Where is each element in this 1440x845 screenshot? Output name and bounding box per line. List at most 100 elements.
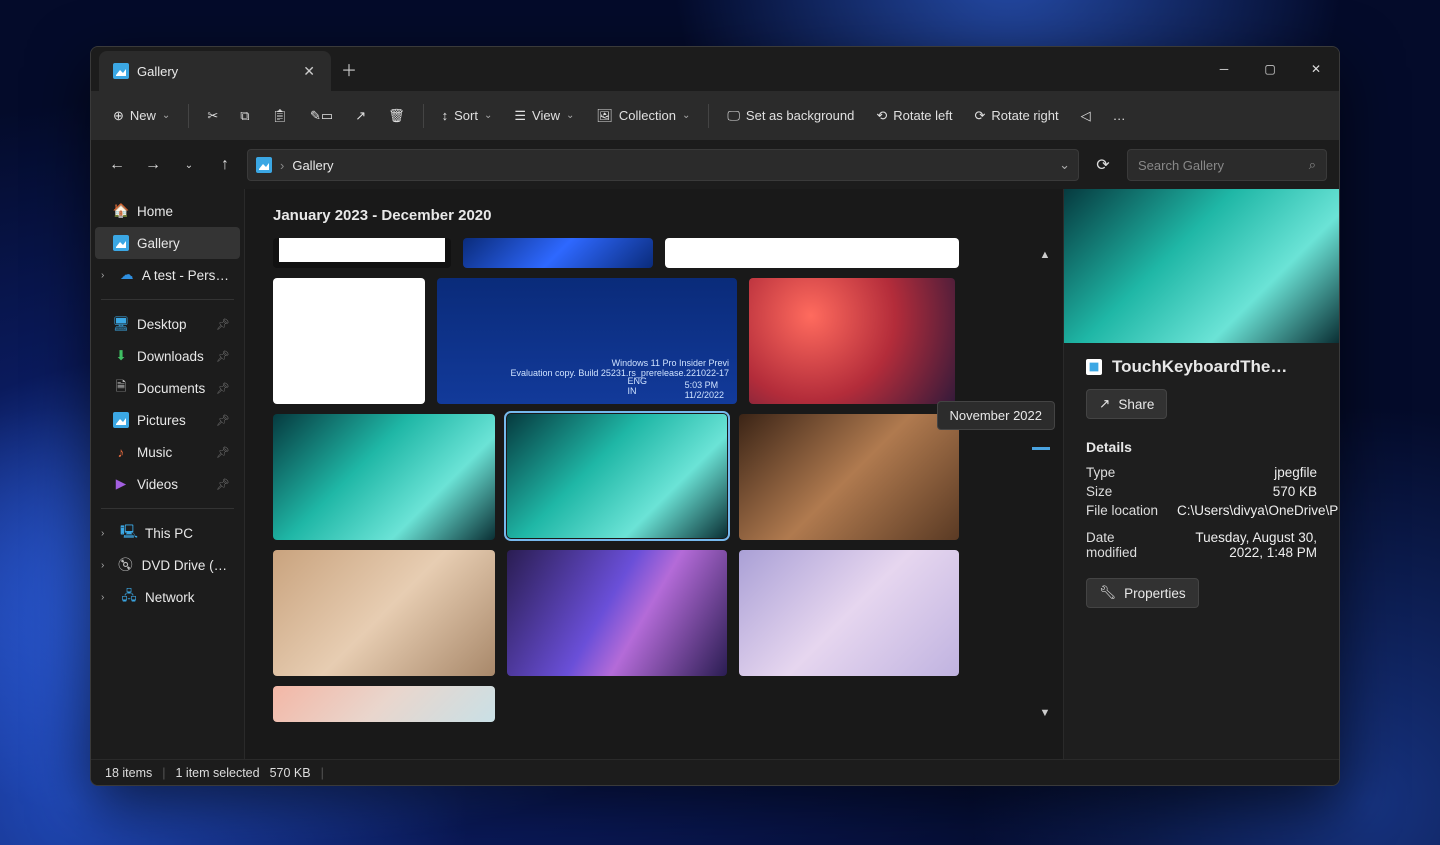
rename-button[interactable]: ✎▭: [300, 102, 343, 130]
thumbnail[interactable]: [739, 550, 959, 676]
chevron-right-icon[interactable]: ›: [101, 528, 113, 539]
scroll-down-icon[interactable]: ▼: [1040, 707, 1051, 719]
sidebar-item-desktop[interactable]: 🖥︎ Desktop 📌︎: [95, 308, 240, 340]
chevron-down-icon: ⌄: [682, 110, 690, 121]
chevron-right-icon[interactable]: ›: [101, 592, 113, 603]
chevron-right-icon[interactable]: ›: [101, 560, 110, 571]
thumbnail[interactable]: [273, 278, 425, 404]
rotate-left-button[interactable]: ⟲ Rotate left: [866, 102, 962, 130]
view-button[interactable]: ☰ View ⌄: [504, 102, 584, 130]
pin-icon: 📌︎: [216, 478, 230, 491]
new-tab-button[interactable]: ＋: [331, 47, 367, 91]
cut-button[interactable]: ✂: [197, 102, 228, 130]
set-background-button[interactable]: 🖵 Set as background: [717, 102, 864, 130]
thumbnail[interactable]: [463, 238, 653, 268]
thumbnail[interactable]: [273, 686, 495, 722]
music-icon: ♪: [113, 444, 129, 460]
search-box[interactable]: Search Gallery ⌕: [1127, 149, 1327, 181]
rotate-left-icon: ⟲: [876, 108, 887, 124]
thumbnail[interactable]: Windows 11 Pro Insider PreviEvaluation c…: [437, 278, 737, 404]
search-placeholder: Search Gallery: [1138, 158, 1224, 173]
sidebar-item-documents[interactable]: 🗎 Documents 📌︎: [95, 372, 240, 404]
scroll-up-icon[interactable]: ▲: [1040, 249, 1051, 261]
view-icon: ☰: [514, 108, 526, 124]
document-icon: 🗎: [113, 380, 129, 396]
refresh-button[interactable]: ⟳: [1087, 149, 1119, 181]
thumbnail[interactable]: [739, 414, 959, 540]
sidebar-item-gallery[interactable]: Gallery: [95, 227, 240, 259]
close-window-button[interactable]: ✕: [1293, 47, 1339, 91]
pin-icon: 📌︎: [216, 382, 230, 395]
body: 🏠 Home Gallery › ☁ A test - Personal 🖥︎ …: [91, 189, 1339, 759]
timeline-marker[interactable]: [1032, 447, 1050, 450]
picture-icon: [113, 235, 129, 251]
paste-button[interactable]: 📋︎: [262, 102, 299, 130]
maximize-button[interactable]: ▢: [1247, 47, 1293, 91]
download-icon: ⬇: [113, 348, 129, 364]
tab-gallery[interactable]: Gallery ✕: [99, 51, 331, 91]
send-button[interactable]: ◁: [1071, 102, 1101, 130]
chevron-down-icon: ⌄: [566, 110, 574, 121]
share-button[interactable]: ↗: [345, 102, 376, 130]
delete-button[interactable]: 🗑︎: [378, 102, 415, 130]
properties-button[interactable]: 🔧︎ Properties: [1086, 578, 1199, 608]
sort-icon: ↕: [442, 108, 449, 123]
thumbnail[interactable]: [273, 238, 451, 268]
status-selected: 1 item selected: [176, 766, 260, 780]
collection-button[interactable]: 🖼︎ Collection ⌄: [586, 102, 700, 130]
toolbar: ⊕ New ⌄ ✂ ⧉ 📋︎ ✎▭ ↗ 🗑︎ ↕ Sort ⌄ ☰ View ⌄…: [91, 91, 1339, 141]
sidebar-item-pictures[interactable]: Pictures 📌︎: [95, 404, 240, 436]
new-button[interactable]: ⊕ New ⌄: [103, 102, 180, 130]
status-count: 18 items: [105, 766, 152, 780]
breadcrumb-gallery[interactable]: Gallery: [292, 158, 333, 173]
chevron-right-icon[interactable]: ›: [101, 270, 112, 281]
thumbnail-selected[interactable]: [507, 414, 727, 538]
sidebar-item-downloads[interactable]: ⬇ Downloads 📌︎: [95, 340, 240, 372]
picture-icon: [113, 63, 129, 79]
thumbnail[interactable]: [665, 238, 959, 268]
rotate-right-icon: ⟳: [975, 108, 986, 124]
back-button[interactable]: ←: [103, 151, 131, 179]
desktop-icon: 🖥︎: [113, 316, 129, 332]
picture-icon: [113, 412, 129, 428]
thumbnails: Windows 11 Pro Insider PreviEvaluation c…: [273, 238, 1027, 722]
network-icon: 🖧: [121, 589, 137, 605]
sidebar-item-home[interactable]: 🏠 Home: [95, 195, 240, 227]
sort-button[interactable]: ↕ Sort ⌄: [432, 102, 503, 129]
forward-button[interactable]: →: [139, 151, 167, 179]
plus-circle-icon: ⊕: [113, 108, 124, 124]
pin-icon: 📌︎: [216, 414, 230, 427]
titlebar: Gallery ✕ ＋ ─ ▢ ✕: [91, 47, 1339, 91]
thumbnail[interactable]: [273, 550, 495, 676]
share-icon: ↗: [355, 108, 366, 124]
rename-icon: ✎▭: [310, 108, 333, 124]
recent-dropdown[interactable]: ⌄: [175, 151, 203, 179]
wrench-icon: 🔧︎: [1099, 585, 1116, 601]
sidebar-item-network[interactable]: › 🖧 Network: [95, 581, 240, 613]
address-bar[interactable]: › Gallery ⌄: [247, 149, 1079, 181]
send-icon: ◁: [1081, 108, 1091, 124]
copy-button[interactable]: ⧉: [230, 102, 259, 130]
minimize-button[interactable]: ─: [1201, 47, 1247, 91]
thumbnail[interactable]: [273, 414, 495, 540]
rotate-right-button[interactable]: ⟳ Rotate right: [965, 102, 1069, 130]
scissors-icon: ✂: [207, 108, 218, 124]
thumbnail[interactable]: [749, 278, 955, 404]
timeline-scrollbar[interactable]: ▲ ▼: [1037, 249, 1053, 719]
cloud-icon: ☁: [120, 267, 134, 283]
share-button[interactable]: ↗ Share: [1086, 389, 1167, 419]
pin-icon: 📌︎: [216, 446, 230, 459]
sidebar-item-videos[interactable]: ▶ Videos 📌︎: [95, 468, 240, 500]
sidebar-item-thispc[interactable]: › 🖳 This PC: [95, 517, 240, 549]
up-button[interactable]: ↑: [211, 151, 239, 179]
tab-close-button[interactable]: ✕: [299, 59, 319, 84]
collection-icon: 🖼︎: [596, 108, 613, 124]
more-button[interactable]: …: [1103, 102, 1136, 129]
sidebar-item-dvd[interactable]: › 💿︎ DVD Drive (D:) CCC: [95, 549, 240, 581]
thumbnail[interactable]: [507, 550, 727, 676]
sidebar-item-music[interactable]: ♪ Music 📌︎: [95, 436, 240, 468]
sidebar-item-atest[interactable]: › ☁ A test - Personal: [95, 259, 240, 291]
gallery-view: January 2023 - December 2020 Windows 11 …: [245, 189, 1063, 759]
pin-icon: 📌︎: [216, 318, 230, 331]
chevron-down-icon[interactable]: ⌄: [1059, 157, 1070, 173]
